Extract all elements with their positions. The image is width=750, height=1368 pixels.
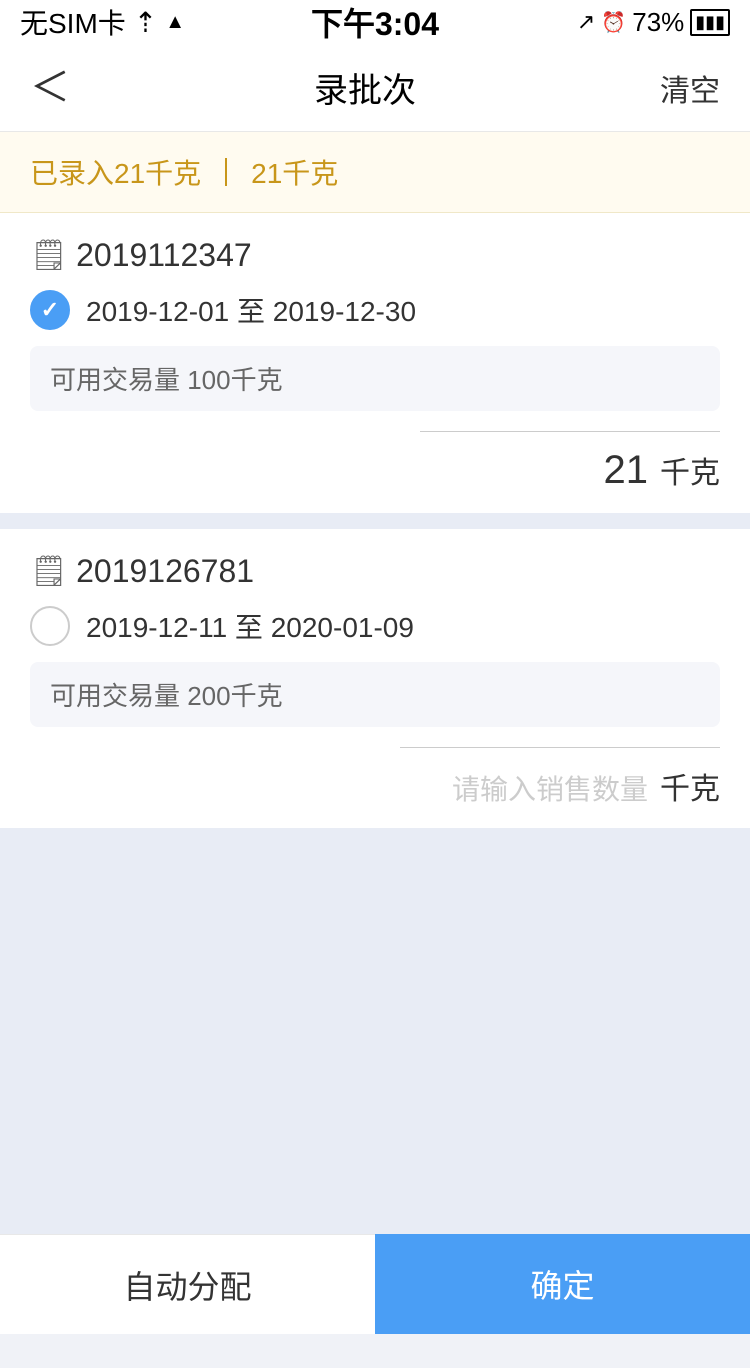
batch-2-header: 🗒 2019126781 — [0, 529, 750, 600]
nav-bar: ＜ 录批次 清空 — [0, 44, 750, 132]
batch-2-input-row: 请输入销售数量 千克 — [0, 748, 750, 828]
batch-2-date: 2019-12-11 至 2020-01-09 — [86, 606, 414, 646]
wifi-icon: ⇡ — [134, 6, 157, 39]
back-button[interactable]: ＜ — [30, 68, 70, 108]
clear-button[interactable]: 清空 — [660, 66, 720, 110]
bottom-bar: 自动分配 确定 — [0, 1234, 750, 1334]
status-time: 下午3:04 — [311, 0, 439, 45]
batch-2-input-placeholder[interactable]: 请输入销售数量 — [452, 768, 648, 808]
carrier-label: 无SIM卡 — [20, 2, 126, 42]
wifi-signal-icon: ▲ — [165, 11, 185, 34]
batch-2-radio[interactable] — [30, 606, 70, 646]
content-area: 🗒 2019112347 2019-12-01 至 2019-12-30 可用交… — [0, 213, 750, 1368]
status-right: ↗ ⏰ 73% ▮▮▮ — [577, 7, 730, 38]
section-divider — [0, 513, 750, 529]
page-title: 录批次 — [314, 63, 416, 112]
batch-2-quota: 可用交易量 200千克 — [30, 662, 720, 727]
batch-item-1: 🗒 2019112347 2019-12-01 至 2019-12-30 可用交… — [0, 213, 750, 513]
status-carrier: 无SIM卡 ⇡ ▲ — [20, 2, 185, 42]
auto-distribute-button[interactable]: 自动分配 — [0, 1234, 375, 1334]
location-icon: ↗ — [577, 9, 595, 35]
summary-value: 21千克 — [251, 152, 338, 192]
batch-1-unit: 千克 — [660, 448, 720, 492]
battery-icon: ▮▮▮ — [690, 9, 730, 36]
batch-1-date: 2019-12-01 至 2019-12-30 — [86, 290, 416, 330]
batch-1-number: 2019112347 — [76, 237, 252, 274]
batch-1-date-row[interactable]: 2019-12-01 至 2019-12-30 — [0, 284, 750, 340]
batch-1-header: 🗒 2019112347 — [0, 213, 750, 284]
batch-1-amount[interactable]: 21 — [604, 448, 649, 493]
batch-2-number: 2019126781 — [76, 553, 254, 590]
alarm-icon: ⏰ — [601, 10, 626, 35]
batch-1-amount-row: 21 千克 — [0, 432, 750, 513]
batch-2-unit: 千克 — [660, 764, 720, 808]
batch-icon-2: 🗒 — [30, 554, 68, 589]
batch-1-quota: 可用交易量 100千克 — [30, 346, 720, 411]
batch-icon-1: 🗒 — [30, 238, 68, 273]
summary-divider — [225, 158, 227, 186]
batch-1-radio[interactable] — [30, 290, 70, 330]
batch-item-2: 🗒 2019126781 2019-12-11 至 2020-01-09 可用交… — [0, 529, 750, 828]
battery-label: 73% — [632, 7, 684, 38]
recorded-label: 已录入21千克 — [30, 152, 201, 192]
batch-2-date-row[interactable]: 2019-12-11 至 2020-01-09 — [0, 600, 750, 656]
summary-bar: 已录入21千克 21千克 — [0, 132, 750, 213]
empty-area — [0, 828, 750, 1268]
confirm-button[interactable]: 确定 — [375, 1234, 750, 1334]
status-bar: 无SIM卡 ⇡ ▲ 下午3:04 ↗ ⏰ 73% ▮▮▮ — [0, 0, 750, 44]
